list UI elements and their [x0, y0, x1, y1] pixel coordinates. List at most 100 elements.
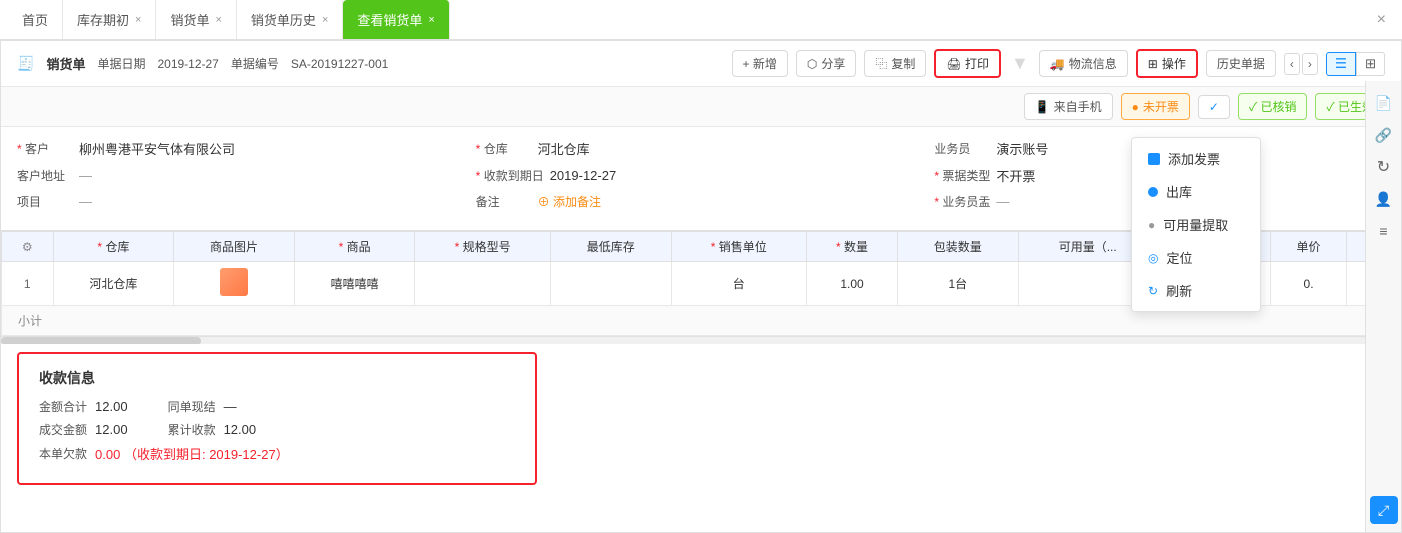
- row-num: 1: [2, 262, 54, 306]
- copy-button[interactable]: ⿻ 复制: [864, 50, 926, 77]
- from-phone-button[interactable]: 📱 来自手机: [1024, 93, 1113, 120]
- sidebar-user-btn[interactable]: 👤: [1370, 185, 1398, 213]
- col-pack-qty: 包装数量: [897, 232, 1018, 262]
- user-icon: 👤: [1375, 191, 1392, 208]
- add-button[interactable]: + 新增: [732, 50, 788, 77]
- expand-icon: ⤢: [1378, 502, 1389, 519]
- ops-outbound[interactable]: 出库: [1132, 175, 1260, 208]
- staff2-label: 业务员盂: [934, 193, 990, 210]
- logistics-button[interactable]: 🚚 物流信息: [1039, 50, 1128, 77]
- payment-row-2: 成交金额 12.00 累计收款 12.00: [39, 421, 515, 438]
- sidebar-expand-btn[interactable]: ⤢: [1370, 496, 1398, 524]
- address-label: 客户地址: [17, 167, 73, 184]
- row-spec: [415, 262, 551, 306]
- row-warehouse: 河北仓库: [53, 262, 174, 306]
- doc-header-left: 🧾 销货单 单据日期 2019-12-27 单据编号 SA-20191227-0…: [17, 54, 388, 73]
- doc-date-label: 单据日期: [97, 55, 145, 72]
- add-invoice-icon: [1148, 153, 1160, 165]
- ops-locate[interactable]: ◎ 定位: [1132, 241, 1260, 274]
- col-warehouse: 仓库: [53, 232, 174, 262]
- order-debt-label: 本单欠款: [39, 445, 87, 462]
- tab-inventory-init[interactable]: 库存期初 ×: [63, 0, 156, 39]
- prev-record-button[interactable]: ‹: [1284, 53, 1300, 75]
- nav-arrows: ‹ ›: [1284, 53, 1318, 75]
- horizontal-scrollbar-track[interactable]: [1, 336, 1401, 344]
- add-note-button[interactable]: ⊕ 添加备注: [538, 193, 601, 210]
- payment-date-field: 收款到期日 2019-12-27: [476, 167, 927, 184]
- not-open-ticket-button[interactable]: ● 未开票: [1121, 93, 1190, 120]
- locate-label: 定位: [1166, 248, 1192, 267]
- list-view-button[interactable]: ☰: [1326, 52, 1356, 76]
- ops-add-invoice[interactable]: 添加发票: [1132, 142, 1260, 175]
- customer-label: 客户: [17, 140, 73, 157]
- doc-header: 🧾 销货单 单据日期 2019-12-27 单据编号 SA-20191227-0…: [1, 41, 1401, 87]
- next-record-button[interactable]: ›: [1302, 53, 1318, 75]
- tab-sales-history[interactable]: 销货单历史 ×: [237, 0, 343, 39]
- row-min-stock: [550, 262, 671, 306]
- ops-icon: ⊞: [1148, 57, 1158, 71]
- print-button[interactable]: 🖨 打印: [934, 49, 1001, 78]
- deal-amount-item: 成交金额 12.00: [39, 421, 128, 438]
- share-icon: ⬡: [807, 57, 817, 71]
- grid-view-button[interactable]: ⊞: [1356, 52, 1385, 76]
- right-sidebar: 📄 🔗 ↻ 👤 ≡ ⤢: [1365, 81, 1401, 532]
- ops-refresh[interactable]: ↻ 刷新: [1132, 274, 1260, 307]
- sidebar-refresh-btn[interactable]: ↻: [1370, 153, 1398, 181]
- circle-icon: ●: [1132, 100, 1139, 114]
- address-field: 客户地址 —: [17, 167, 468, 184]
- deal-amount-label: 成交金额: [39, 421, 87, 438]
- tab-view-sales-order[interactable]: 查看销货单 ×: [343, 0, 449, 39]
- sidebar-link-btn[interactable]: 🔗: [1370, 121, 1398, 149]
- deal-amount-value: 12.00: [95, 422, 128, 437]
- note-label: 备注: [476, 193, 532, 210]
- settings-icon[interactable]: ⚙: [22, 240, 33, 254]
- sidebar-list-btn[interactable]: ≡: [1370, 217, 1398, 245]
- view-toggle: ☰ ⊞: [1326, 52, 1385, 76]
- check-icon-btn[interactable]: ✓: [1198, 95, 1230, 119]
- available-icon: ●: [1148, 218, 1155, 232]
- cumulative-payment-value: 12.00: [224, 422, 257, 437]
- window-close-button[interactable]: ×: [1369, 11, 1394, 29]
- refresh-label: 刷新: [1166, 281, 1192, 300]
- tab-close-sales-order[interactable]: ×: [215, 14, 221, 26]
- payment-info-title: 收款信息: [39, 368, 515, 388]
- tab-home[interactable]: 首页: [8, 0, 63, 39]
- staff2-value: —: [996, 194, 1009, 209]
- cumulative-payment-label: 累计收款: [168, 421, 216, 438]
- tab-close-view-sales[interactable]: ×: [428, 14, 434, 26]
- action-bar: 📱 来自手机 ● 未开票 ✓ ✓ 已核销 ✓ 已生效: [1, 87, 1401, 127]
- link-icon: 🔗: [1375, 127, 1392, 144]
- col-min-stock: 最低库存: [550, 232, 671, 262]
- ops-button[interactable]: ⊞ 操作: [1136, 49, 1198, 78]
- tab-close-sales-history[interactable]: ×: [322, 14, 328, 26]
- history-button[interactable]: 历史单据: [1206, 50, 1276, 77]
- staff-label: 业务员: [934, 140, 990, 157]
- sidebar-document-btn[interactable]: 📄: [1370, 89, 1398, 117]
- outbound-icon: [1148, 187, 1158, 197]
- already-checked-button[interactable]: ✓ 已核销: [1238, 93, 1308, 120]
- available-qty-label: 可用量提取: [1163, 215, 1228, 234]
- row-qty: 1.00: [807, 262, 898, 306]
- share-button[interactable]: ⬡ 分享: [796, 50, 857, 77]
- add-invoice-label: 添加发票: [1168, 149, 1220, 168]
- project-field: 项目 —: [17, 193, 468, 210]
- ops-available-qty[interactable]: ● 可用量提取: [1132, 208, 1260, 241]
- horizontal-scrollbar-thumb[interactable]: [1, 337, 201, 344]
- col-unit: 销售单位: [671, 232, 807, 262]
- staff-value: 演示账号: [996, 139, 1048, 158]
- project-label: 项目: [17, 193, 73, 210]
- row-product: 嘻嘻嘻嘻: [294, 262, 415, 306]
- check-icon: ✓: [1209, 100, 1219, 114]
- payment-info-panel: 收款信息 金额合计 12.00 同单现结 — 成交金额 12.00 累计收款 1…: [17, 352, 537, 485]
- copy-icon: ⿻: [875, 55, 887, 72]
- col-settings[interactable]: ⚙: [2, 232, 54, 262]
- tab-close-inventory-init[interactable]: ×: [135, 14, 141, 26]
- address-value: —: [79, 168, 92, 183]
- cumulative-payment-item: 累计收款 12.00: [168, 421, 257, 438]
- ticket-type-label: 票据类型: [934, 167, 990, 184]
- ticket-value: 不开票: [996, 166, 1035, 185]
- tab-sales-order[interactable]: 销货单 ×: [156, 0, 236, 39]
- col-qty: 数量: [807, 232, 898, 262]
- row-product-img: [174, 262, 295, 306]
- note-field: 备注 ⊕ 添加备注: [476, 193, 927, 210]
